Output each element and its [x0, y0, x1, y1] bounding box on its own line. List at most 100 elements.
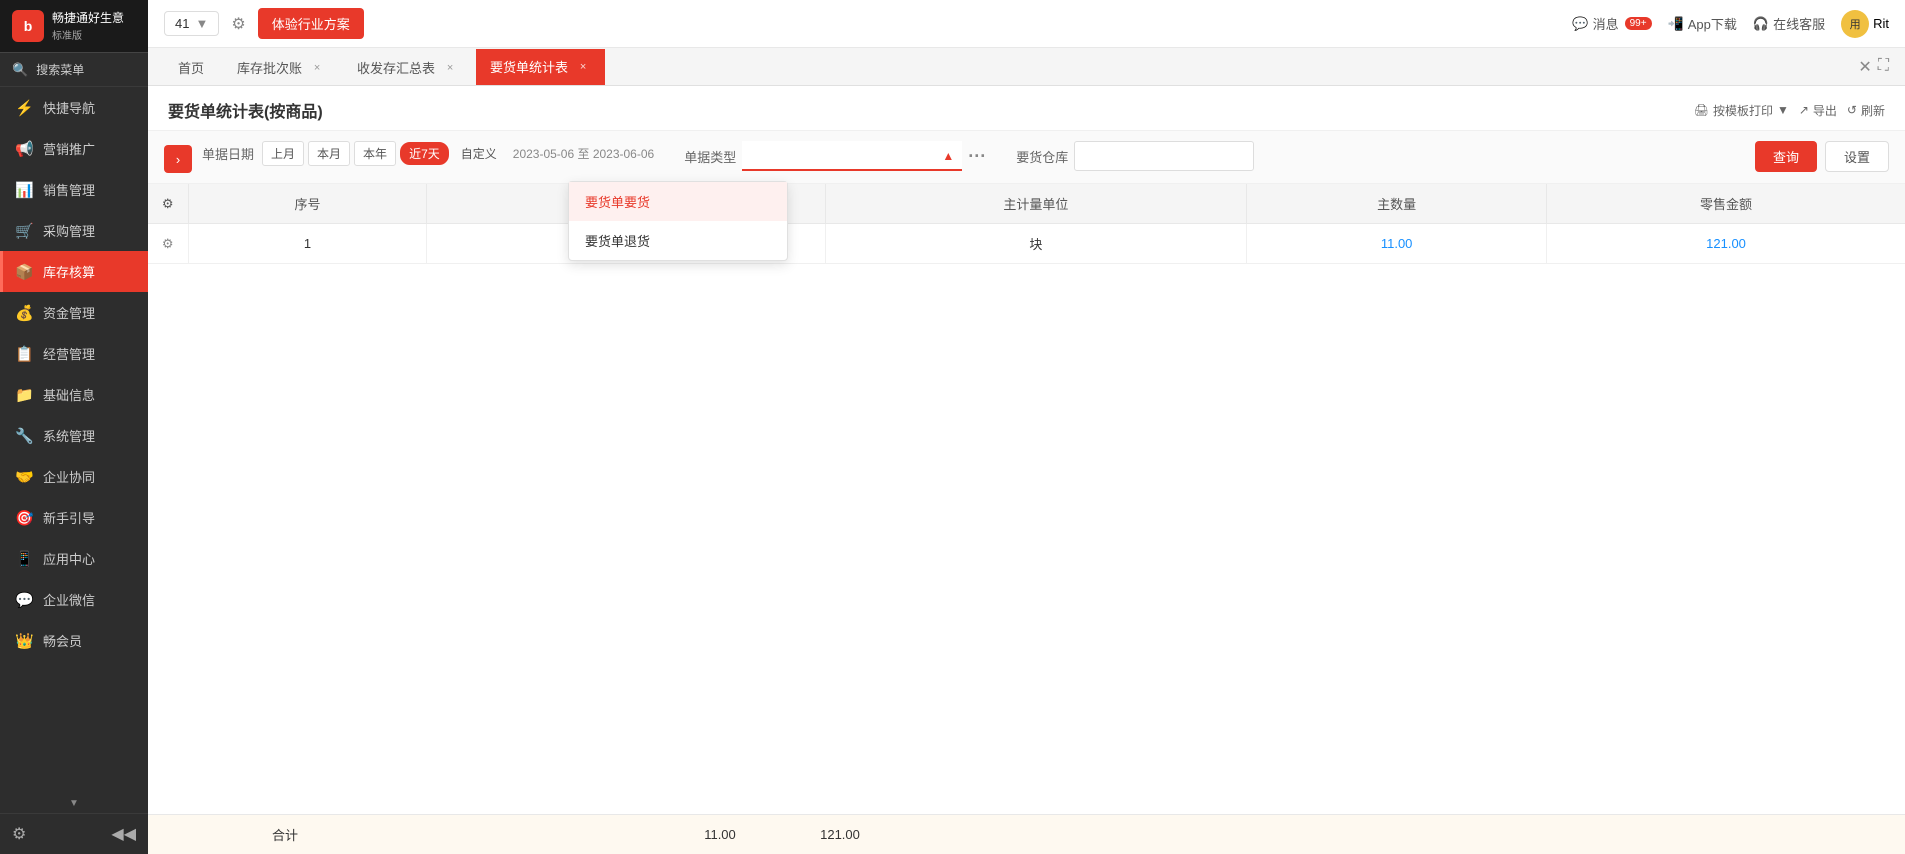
sidebar-item-purchase[interactable]: 🛒 采购管理: [0, 210, 148, 251]
type-dropdown-menu: 要货单要货 要货单退货: [568, 181, 788, 261]
collapse-icon[interactable]: ◀◀: [111, 824, 136, 844]
selector-chevron-icon: ▼: [195, 16, 208, 31]
date-filter-group: 单据日期 上月 本月 本年 近7天 自定义 2023-05-06 至 2023-…: [202, 141, 654, 166]
sidebar-item-guide[interactable]: 🎯 新手引导: [0, 497, 148, 538]
refresh-label: 刷新: [1861, 102, 1885, 119]
col-no: 序号: [188, 184, 427, 224]
search-icon: 🔍: [12, 62, 28, 78]
sales-icon: 📊: [15, 181, 33, 199]
message-button[interactable]: 💬 消息 99+: [1572, 14, 1651, 33]
dropdown-item-order-return[interactable]: 要货单退货: [569, 221, 787, 260]
sidebar-item-membership[interactable]: 👑 畅会员: [0, 620, 148, 661]
tab-close-inventory-batch[interactable]: ×: [310, 61, 324, 75]
table-area: ⚙ 序号 商品 主计量单位 主数量 零售金额 ⚙ 1: [148, 184, 1905, 814]
tab-inventory-batch-label: 库存批次账: [237, 58, 302, 77]
topbar-left: 41 ▼ ⚙ 体验行业方案: [164, 8, 364, 39]
footer-quantity-cell: 11.00: [660, 827, 780, 842]
sidebar-item-finance[interactable]: 💰 资金管理: [0, 292, 148, 333]
sidebar-item-label: 快捷导航: [43, 98, 95, 117]
type-more-button[interactable]: ···: [968, 146, 986, 167]
date-btn-this-year[interactable]: 本年: [354, 141, 396, 166]
tab-shipment-summary[interactable]: 收发存汇总表 ×: [343, 49, 472, 85]
footer-quantity-value: 11.00: [704, 827, 736, 842]
tab-inventory-batch[interactable]: 库存批次账 ×: [223, 49, 339, 85]
search-label: 搜索菜单: [36, 61, 84, 78]
settings-icon[interactable]: ⚙: [12, 824, 26, 844]
message-icon: 💬: [1572, 16, 1588, 32]
page-header: 要货单统计表(按商品) 🖨 按模板打印 ▼ ↗ 导出 ↺ 刷新: [148, 86, 1905, 131]
sidebar-item-label: 企业协同: [43, 467, 95, 486]
tab-order-stats-label: 要货单统计表: [490, 57, 568, 76]
type-select-input[interactable]: [742, 141, 962, 171]
main-content: 41 ▼ ⚙ 体验行业方案 💬 消息 99+ 📲 App下载 🎧 在线客服 用: [148, 0, 1905, 854]
warehouse-input[interactable]: [1074, 141, 1254, 171]
sidebar-item-quick-nav[interactable]: ⚡ 快捷导航: [0, 87, 148, 128]
sidebar-item-base-info[interactable]: 📁 基础信息: [0, 374, 148, 415]
tab-home-label: 首页: [178, 58, 204, 77]
setting-button[interactable]: 设置: [1825, 141, 1889, 172]
sidebar-search[interactable]: 🔍 搜索菜单: [0, 53, 148, 87]
topbar: 41 ▼ ⚙ 体验行业方案 💬 消息 99+ 📲 App下载 🎧 在线客服 用: [148, 0, 1905, 48]
sidebar-item-enterprise[interactable]: 🤝 企业协同: [0, 456, 148, 497]
topbar-gear-icon[interactable]: ⚙: [231, 14, 245, 34]
dropdown-item-order-goods[interactable]: 要货单要货: [569, 182, 787, 221]
print-template-button[interactable]: 🖨 按模板打印 ▼: [1694, 102, 1789, 119]
sidebar-item-operations[interactable]: 📋 经营管理: [0, 333, 148, 374]
sidebar-logo: b 畅捷通好生意 标准版: [0, 0, 148, 53]
refresh-button[interactable]: ↺ 刷新: [1847, 102, 1885, 119]
sidebar-item-label: 采购管理: [43, 221, 95, 240]
wechat-icon: 💬: [15, 591, 33, 609]
tab-home[interactable]: 首页: [164, 49, 219, 85]
sidebar-nav: ⚡ 快捷导航 📢 营销推广 📊 销售管理 🛒 采购管理 📦 库存核算 💰 资金管…: [0, 87, 148, 794]
company-value: 41: [175, 16, 189, 31]
sidebar-scroll-down[interactable]: ▼: [0, 794, 148, 813]
date-btn-recent-7days[interactable]: 近7天: [400, 142, 449, 165]
marketing-icon: 📢: [15, 140, 33, 158]
chevron-right-icon: ›: [176, 152, 180, 167]
page-actions: 🖨 按模板打印 ▼ ↗ 导出 ↺ 刷新: [1694, 102, 1885, 119]
sidebar-bottom: ⚙ ◀◀: [0, 813, 148, 854]
amount-link[interactable]: 121.00: [1706, 236, 1746, 251]
print-label: 按模板打印: [1713, 102, 1773, 119]
date-btn-this-month[interactable]: 本月: [308, 141, 350, 166]
sidebar-item-label: 资金管理: [43, 303, 95, 322]
date-btn-last-month[interactable]: 上月: [262, 141, 304, 166]
company-selector[interactable]: 41 ▼: [164, 11, 219, 36]
sidebar-item-label: 经营管理: [43, 344, 95, 363]
tab-expand-button[interactable]: ⛶: [1878, 57, 1889, 77]
sidebar-item-marketing[interactable]: 📢 营销推广: [0, 128, 148, 169]
message-label: 消息: [1593, 14, 1619, 33]
row-gear-icon[interactable]: ⚙: [162, 236, 174, 251]
sidebar-item-label: 系统管理: [43, 426, 95, 445]
query-button[interactable]: 查询: [1755, 141, 1817, 172]
industry-solution-button[interactable]: 体验行业方案: [258, 8, 364, 39]
sidebar-item-system[interactable]: 🔧 系统管理: [0, 415, 148, 456]
date-buttons: 上月 本月 本年 近7天 自定义: [262, 141, 505, 166]
sidebar-item-sales[interactable]: 📊 销售管理: [0, 169, 148, 210]
footer-label: 合计: [260, 825, 540, 844]
app-download-button[interactable]: 📲 App下载: [1668, 14, 1737, 33]
print-chevron-icon: ▼: [1777, 103, 1789, 117]
date-btn-custom[interactable]: 自定义: [453, 142, 505, 165]
row-amount-cell: 121.00: [1547, 224, 1905, 264]
tab-close-all-button[interactable]: ✕: [1858, 57, 1871, 77]
app-name: 畅捷通好生意: [52, 10, 124, 27]
quantity-link[interactable]: 11.00: [1381, 236, 1413, 251]
row-no-cell: 1: [188, 224, 427, 264]
filter-expand-button[interactable]: ›: [164, 145, 192, 173]
refresh-icon: ↺: [1847, 103, 1857, 117]
export-button[interactable]: ↗ 导出: [1799, 102, 1837, 119]
sidebar-item-inventory[interactable]: 📦 库存核算: [0, 251, 148, 292]
sidebar-item-app-center[interactable]: 📱 应用中心: [0, 538, 148, 579]
tab-order-stats[interactable]: 要货单统计表 ×: [476, 49, 605, 85]
tab-close-order-stats[interactable]: ×: [576, 60, 590, 74]
tab-close-shipment-summary[interactable]: ×: [443, 61, 457, 75]
sidebar-item-wechat[interactable]: 💬 企业微信: [0, 579, 148, 620]
online-service-button[interactable]: 🎧 在线客服: [1753, 14, 1825, 33]
page-title: 要货单统计表(按商品): [168, 98, 323, 122]
user-avatar[interactable]: 用 Rit: [1841, 10, 1889, 38]
row-unit-cell: 块: [825, 224, 1247, 264]
table-settings-icon[interactable]: ⚙: [162, 196, 174, 211]
service-label: 在线客服: [1773, 14, 1825, 33]
table-footer: 合计 11.00 121.00: [148, 814, 1905, 854]
